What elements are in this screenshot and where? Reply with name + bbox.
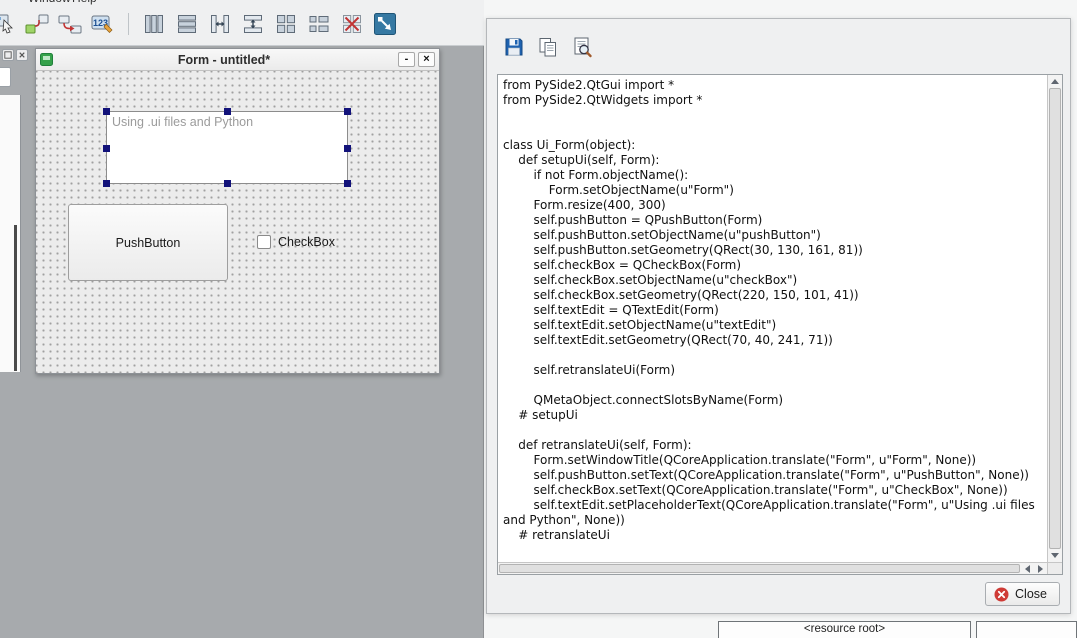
edit-signals-slots-icon[interactable]: [25, 12, 49, 36]
save-icon[interactable]: [503, 36, 525, 58]
vertical-scrollbar[interactable]: [1047, 75, 1062, 562]
edit-widgets-icon[interactable]: [0, 12, 16, 36]
scroll-left-arrow[interactable]: [1021, 563, 1034, 574]
layout-grid-icon[interactable]: [274, 12, 298, 36]
main-toolbar: 123: [0, 12, 397, 36]
selection-handle-ne[interactable]: [344, 108, 351, 115]
widgetbox-scrollbar[interactable]: [14, 225, 17, 371]
scrollbar-corner: [1047, 562, 1062, 574]
selection-handle-n[interactable]: [224, 108, 231, 115]
code-preview-dialog: from PySide2.QtGui import * from PySide2…: [486, 18, 1071, 614]
layout-form-icon[interactable]: [307, 12, 331, 36]
layout-vertical-splitter-icon[interactable]: [241, 12, 265, 36]
toolbar-separator: [128, 13, 129, 35]
edit-buddies-icon[interactable]: [58, 12, 82, 36]
form-window-titlebar[interactable]: Form - untitled* - ×: [36, 49, 439, 71]
textedit-placeholder: Using .ui files and Python: [112, 115, 253, 129]
layout-vertical-icon[interactable]: [175, 12, 199, 36]
copy-icon[interactable]: [537, 36, 559, 58]
top-bar: Window Help 123: [0, 0, 484, 46]
menu-help[interactable]: Help: [72, 0, 97, 5]
form-minimize-button[interactable]: -: [398, 52, 415, 67]
selection-handle-e[interactable]: [344, 145, 351, 152]
selection-handle-w[interactable]: [103, 145, 110, 152]
dock-close-button[interactable]: [16, 49, 28, 61]
checkbox-widget[interactable]: CheckBox: [257, 235, 335, 249]
resource-side-panel: [976, 621, 1077, 638]
code-dialog-toolbar: [503, 36, 593, 58]
widgetbox-filter-input[interactable]: [0, 67, 11, 87]
mdi-area: Form - untitled* - × Using .ui files and…: [0, 46, 484, 638]
selection-handle-nw[interactable]: [103, 108, 110, 115]
widgetbox-panel: [0, 95, 21, 372]
horizontal-scrollbar-thumb[interactable]: [499, 564, 1020, 573]
selection-handle-s[interactable]: [224, 180, 231, 187]
pushbutton-widget[interactable]: PushButton: [68, 204, 228, 281]
find-icon[interactable]: [571, 36, 593, 58]
form-window-title: Form - untitled*: [53, 53, 395, 67]
form-editor-window: Form - untitled* - × Using .ui files and…: [35, 48, 440, 374]
layout-horizontal-icon[interactable]: [142, 12, 166, 36]
scroll-down-arrow[interactable]: [1048, 549, 1062, 562]
checkbox-label: CheckBox: [278, 235, 335, 249]
form-window-icon: [40, 53, 53, 66]
close-circle-icon: [994, 587, 1009, 602]
menu-window[interactable]: Window: [28, 0, 71, 5]
menu-bar: Window Help: [0, 0, 484, 6]
scroll-up-arrow[interactable]: [1048, 75, 1062, 88]
checkbox-indicator[interactable]: [257, 235, 271, 249]
vertical-scrollbar-thumb[interactable]: [1049, 88, 1061, 549]
form-close-button[interactable]: ×: [418, 52, 435, 67]
textedit-widget[interactable]: Using .ui files and Python: [106, 111, 348, 184]
horizontal-scrollbar[interactable]: [498, 562, 1047, 574]
code-viewer: from PySide2.QtGui import * from PySide2…: [497, 74, 1063, 575]
selection-handle-sw[interactable]: [103, 180, 110, 187]
break-layout-icon[interactable]: [340, 12, 364, 36]
scroll-right-arrow[interactable]: [1034, 563, 1047, 574]
qt-designer-screen: Window Help 123: [0, 0, 1077, 638]
code-text[interactable]: from PySide2.QtGui import * from PySide2…: [498, 75, 1047, 562]
close-button-label: Close: [1015, 587, 1047, 601]
resource-root-label: <resource root>: [804, 623, 885, 635]
dock-float-button[interactable]: [2, 49, 14, 61]
resource-root-item[interactable]: <resource root>: [718, 621, 971, 638]
layout-horizontal-splitter-icon[interactable]: [208, 12, 232, 36]
edit-tab-order-icon[interactable]: 123: [91, 12, 115, 36]
adjust-size-icon[interactable]: [373, 12, 397, 36]
close-dialog-button[interactable]: Close: [985, 582, 1060, 606]
selection-handle-se[interactable]: [344, 180, 351, 187]
form-canvas[interactable]: Using .ui files and Python PushButton Ch…: [36, 71, 439, 373]
